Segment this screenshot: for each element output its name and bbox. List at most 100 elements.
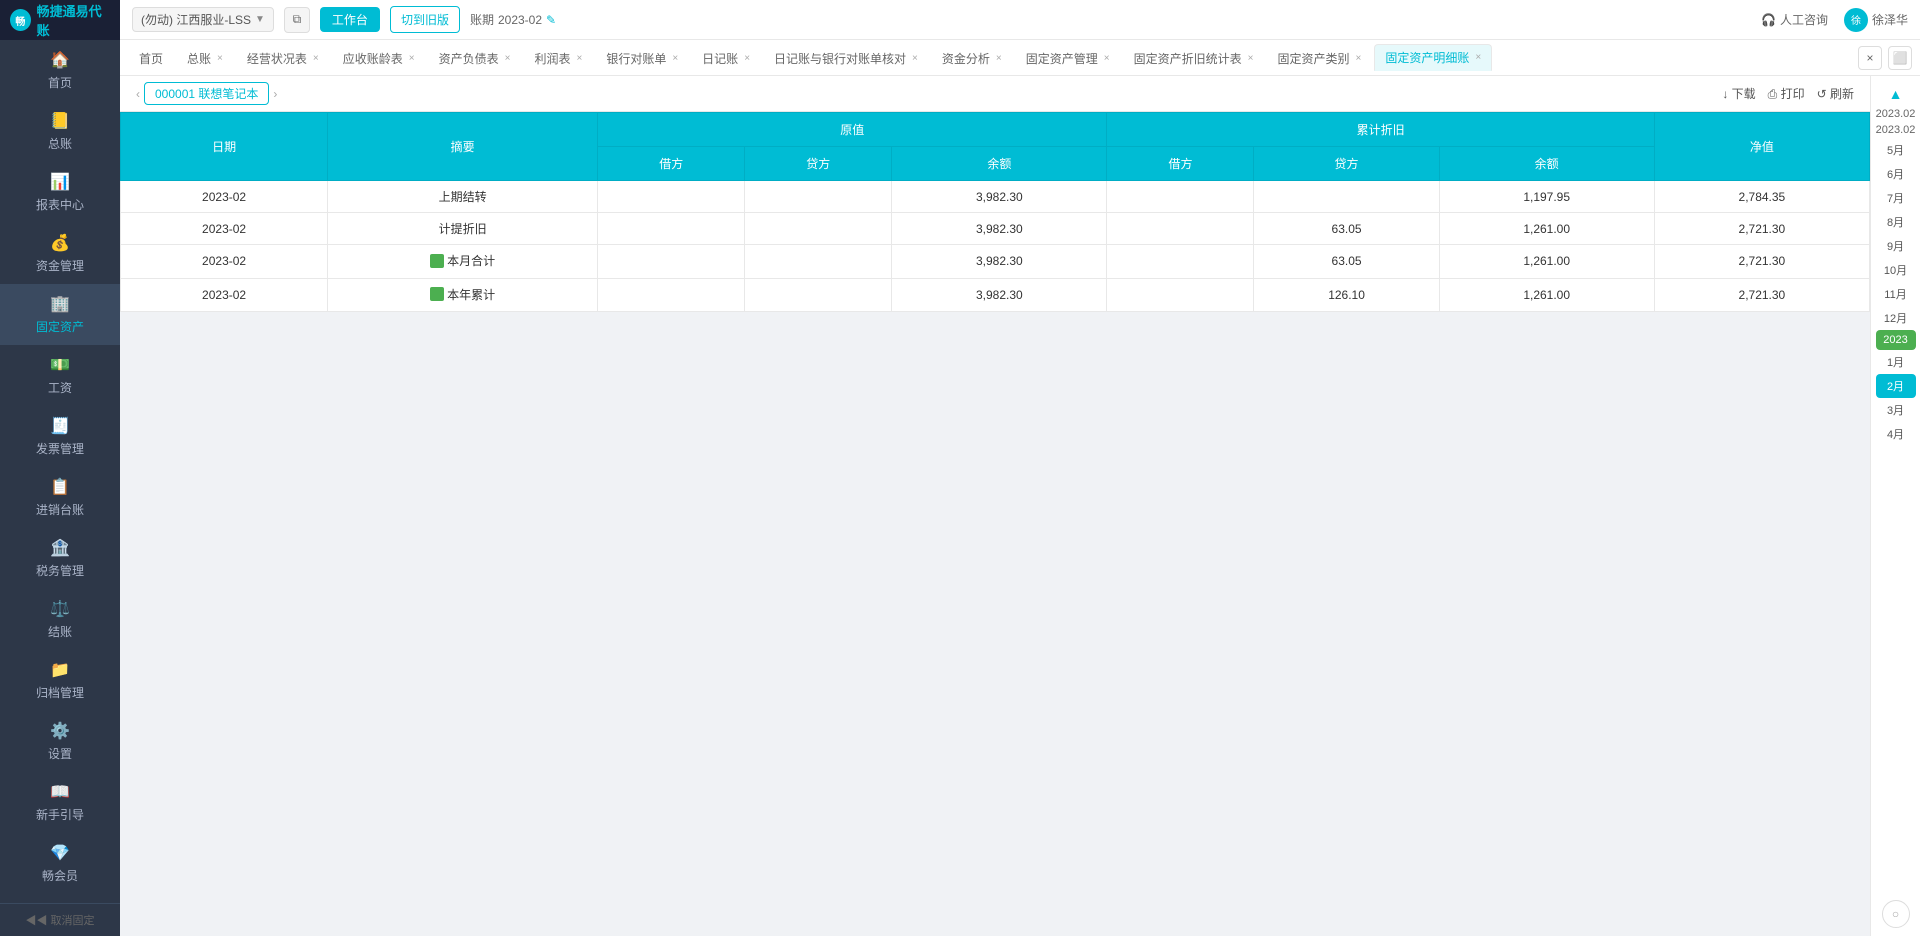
company-selector[interactable]: (勿动) 江西服业-LSS ▼ — [132, 7, 274, 32]
month-item-2022-0[interactable]: 5月 — [1876, 138, 1916, 162]
tab-close-9[interactable]: × — [996, 53, 1002, 64]
sidebar-item-归档管理[interactable]: 📁归档管理 — [0, 650, 120, 711]
sidebar-item-进销台账[interactable]: 📋进销台账 — [0, 467, 120, 528]
tab-close-12[interactable]: × — [1355, 53, 1361, 64]
sidebar-item-结账[interactable]: ⚖️结账 — [0, 589, 120, 650]
cell-dep-credit-2: 63.05 — [1254, 245, 1439, 279]
tab-close-13[interactable]: × — [1475, 52, 1481, 63]
sidebar-item-首页[interactable]: 🏠首页 — [0, 40, 120, 101]
month-item-2022-3[interactable]: 8月 — [1876, 210, 1916, 234]
print-button[interactable]: ⎙ 打印 — [1768, 85, 1805, 102]
year-label-top2: 2023.02 — [1872, 122, 1920, 138]
month-item-2023-2[interactable]: 3月 — [1876, 398, 1916, 422]
tab-close-11[interactable]: × — [1248, 53, 1254, 64]
tab-item-2[interactable]: 经营状况表× — [236, 45, 330, 71]
download-button[interactable]: ↓ 下载 — [1722, 85, 1755, 102]
tab-close-7[interactable]: × — [744, 53, 750, 64]
tab-close-3[interactable]: × — [409, 53, 415, 64]
green-badge-2 — [430, 254, 444, 268]
logo-icon: 畅 — [10, 9, 31, 31]
user-info[interactable]: 徐 徐泽华 — [1844, 8, 1908, 32]
tab-item-9[interactable]: 资金分析 × — [931, 45, 1013, 71]
sidebar-footer[interactable]: ◀◀ 取消固定 — [0, 903, 120, 936]
tab-close-8[interactable]: × — [912, 53, 918, 64]
refresh-button[interactable]: ↺ 刷新 — [1817, 85, 1854, 102]
tab-close-4[interactable]: × — [505, 53, 511, 64]
tab-item-10[interactable]: 固定资产管理× — [1015, 45, 1121, 71]
tab-label-9: 资金分析 — [942, 50, 990, 67]
tab-label-12: 固定资产类别 — [1277, 50, 1349, 67]
switch-version-button[interactable]: 切到旧版 — [390, 6, 460, 33]
tab-item-13[interactable]: 固定资产明细账× — [1374, 44, 1492, 71]
help-label: 人工咨询 — [1780, 11, 1828, 28]
circle-button[interactable]: ○ — [1882, 900, 1910, 928]
year-marker[interactable]: 2023 — [1876, 330, 1916, 350]
tab-item-6[interactable]: 银行对账单 × — [595, 45, 689, 71]
sub-nav-forward[interactable]: › — [273, 87, 277, 101]
tab-label-6: 银行对账单 — [606, 50, 666, 67]
th-orig-credit: 贷方 — [745, 147, 892, 181]
tab-item-7[interactable]: 日记账× — [691, 45, 761, 71]
sidebar-item-税务管理[interactable]: 🏦税务管理 — [0, 528, 120, 589]
tab-close-10[interactable]: × — [1104, 53, 1110, 64]
month-item-2022-6[interactable]: 11月 — [1876, 282, 1916, 306]
sidebar-item-设置[interactable]: ⚙️设置 — [0, 711, 120, 772]
month-item-2022-5[interactable]: 10月 — [1876, 258, 1916, 282]
cell-orig-debit-3 — [598, 278, 745, 312]
scroll-up-button[interactable]: ▲ — [1885, 82, 1907, 106]
tab-item-5[interactable]: 利润表× — [523, 45, 593, 71]
th-dep-debit: 借方 — [1107, 147, 1254, 181]
month-item-2023-0[interactable]: 1月 — [1876, 350, 1916, 374]
tab-item-3[interactable]: 应收账龄表× — [332, 45, 426, 71]
sidebar-item-发票管理[interactable]: 🧾发票管理 — [0, 406, 120, 467]
tab-close-2[interactable]: × — [313, 53, 319, 64]
tab-item-12[interactable]: 固定资产类别 × — [1266, 45, 1372, 71]
user-avatar: 徐 — [1844, 8, 1868, 32]
cell-orig-balance-2: 3,982.30 — [892, 245, 1107, 279]
tab-bar-right: × ⬜ — [1858, 46, 1912, 70]
tab-item-4[interactable]: 资产负债表 × — [428, 45, 522, 71]
cell-orig-balance-1: 3,982.30 — [892, 213, 1107, 245]
cell-summary-2: 本月合计 — [328, 245, 598, 279]
period-edit-icon[interactable]: ✎ — [546, 13, 556, 27]
workspace-button[interactable]: 工作台 — [320, 7, 380, 32]
cell-dep-credit-1: 63.05 — [1254, 213, 1439, 245]
sidebar-label-12: 新手引导 — [36, 806, 84, 823]
sidebar-item-工资[interactable]: 💵工资 — [0, 345, 120, 406]
tab-item-11[interactable]: 固定资产折旧统计表 × — [1123, 45, 1265, 71]
tab-item-0[interactable]: 首页 — [128, 45, 174, 71]
maximize-button[interactable]: ⬜ — [1888, 46, 1912, 70]
month-item-2022-2[interactable]: 7月 — [1876, 186, 1916, 210]
month-item-2022-4[interactable]: 9月 — [1876, 234, 1916, 258]
sidebar-item-资金管理[interactable]: 💰资金管理 — [0, 223, 120, 284]
month-item-2023-3[interactable]: 4月 — [1876, 422, 1916, 446]
asset-breadcrumb[interactable]: 000001 联想笔记本 — [144, 82, 269, 105]
tab-close-6[interactable]: × — [672, 53, 678, 64]
tab-item-1[interactable]: 总账× — [176, 45, 234, 71]
copy-button[interactable]: ⧉ — [284, 7, 310, 33]
sidebar-item-报表中心[interactable]: 📊报表中心 — [0, 162, 120, 223]
month-item-2023-1[interactable]: 2月 — [1876, 374, 1916, 398]
asset-code: 000001 — [155, 87, 195, 101]
sidebar-item-总账[interactable]: 📒总账 — [0, 101, 120, 162]
sidebar-icon-7: 📋 — [50, 477, 70, 497]
cell-dep-debit-0 — [1107, 181, 1254, 213]
cell-net-value-2: 2,721.30 — [1654, 245, 1869, 279]
sidebar: 畅 畅捷通易代账 🏠首页📒总账📊报表中心💰资金管理🏢固定资产💵工资🧾发票管理📋进… — [0, 0, 120, 936]
sidebar-icon-12: 📖 — [50, 782, 70, 802]
tab-close-1[interactable]: × — [217, 53, 223, 64]
sidebar-item-固定资产[interactable]: 🏢固定资产 — [0, 284, 120, 345]
tab-item-8[interactable]: 日记账与银行对账单核对× — [763, 45, 929, 71]
close-all-tabs-button[interactable]: × — [1858, 46, 1882, 70]
sidebar-item-畅会员[interactable]: 💎畅会员 — [0, 833, 120, 894]
cell-orig-balance-3: 3,982.30 — [892, 278, 1107, 312]
month-item-2022-1[interactable]: 6月 — [1876, 162, 1916, 186]
tab-label-4: 资产负债表 — [439, 50, 499, 67]
help-button[interactable]: 🎧 人工咨询 — [1761, 11, 1828, 28]
tab-close-5[interactable]: × — [576, 53, 582, 64]
tab-label-11: 固定资产折旧统计表 — [1134, 50, 1242, 67]
sidebar-item-新手引导[interactable]: 📖 新手引导 — [0, 772, 120, 833]
month-item-2022-7[interactable]: 12月 — [1876, 306, 1916, 330]
sub-nav-back[interactable]: ‹ — [136, 87, 140, 101]
app-logo: 畅 畅捷通易代账 — [0, 0, 120, 40]
